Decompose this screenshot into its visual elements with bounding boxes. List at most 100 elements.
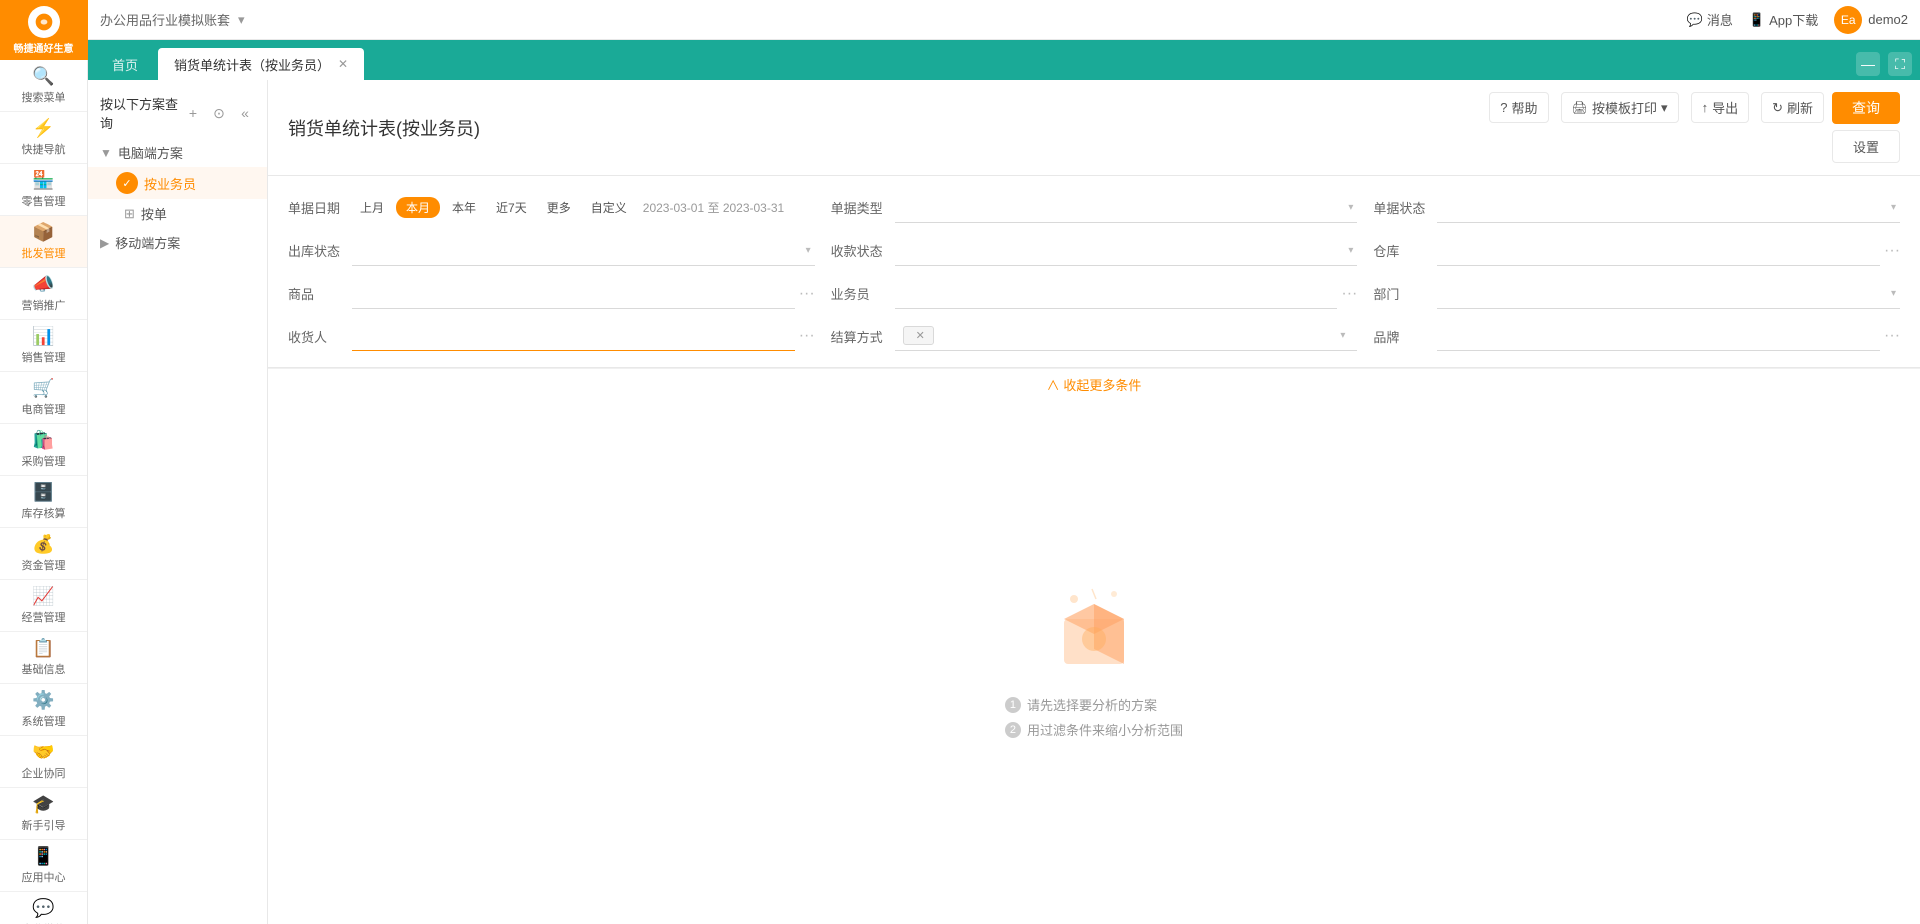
- sidebar-item-newbie[interactable]: 🎓 新手引导: [0, 788, 87, 840]
- empty-tip-1: 1 请先选择要分析的方案: [1005, 695, 1183, 714]
- topbar: 办公用品行业模拟账套 ▾ 💬 消息 📱 App下载 Ea demo2: [88, 0, 1920, 40]
- sidebar-item-apps[interactable]: 📱 应用中心: [0, 840, 87, 892]
- tree-expand-icon: ▼: [100, 146, 112, 160]
- bill-type-select[interactable]: [895, 192, 1358, 222]
- ecommerce-icon: 🛒: [32, 378, 54, 399]
- date-option-custom[interactable]: 自定义: [583, 197, 635, 218]
- topbar-left: 办公用品行业模拟账套 ▾: [100, 10, 245, 29]
- message-label: 消息: [1707, 10, 1733, 29]
- sidebar-item-wholesale[interactable]: 📦 批发管理: [0, 216, 87, 268]
- tab-minimize-btn[interactable]: —: [1856, 52, 1880, 76]
- brand-dots-icon[interactable]: ···: [1880, 327, 1900, 345]
- filter-row-3: 商品 ··· 业务员 ··· 部门: [288, 278, 1900, 309]
- bill-status-select[interactable]: [1437, 192, 1900, 222]
- print-btn[interactable]: 🖨 按模板打印 ▾: [1561, 92, 1679, 123]
- department-select[interactable]: [1437, 278, 1900, 308]
- tree-subitem-order[interactable]: ⊞ 按单: [88, 199, 267, 228]
- sidebar-item-finance[interactable]: 💰 资金管理: [0, 528, 87, 580]
- tabbar-actions: — ⛶: [1856, 52, 1912, 80]
- salesman-input[interactable]: [895, 279, 1338, 309]
- bill-status-select-wrapper: ▾: [1437, 192, 1900, 223]
- sidebar-item-search[interactable]: 🔍 搜索菜单: [0, 60, 87, 112]
- page-header: 销货单统计表(按业务员) ? 帮助 🖨 按模板打印 ▾ ↑: [268, 80, 1920, 176]
- sidebar-item-sales[interactable]: 📊 销售管理: [0, 320, 87, 372]
- date-option-more[interactable]: 更多: [539, 197, 579, 218]
- salesman-dots-icon[interactable]: ···: [1337, 285, 1357, 303]
- payment-method-select[interactable]: [938, 321, 1349, 351]
- salesman-label: 业务员: [831, 284, 887, 303]
- tip-num-2: 2: [1005, 722, 1021, 738]
- panel-actions: + ⊙ «: [183, 103, 255, 123]
- sidebar-item-basic[interactable]: 📋 基础信息: [0, 632, 87, 684]
- sidebar-item-quick-nav[interactable]: ⚡ 快捷导航: [0, 112, 87, 164]
- edit-scheme-btn[interactable]: ⊙: [209, 103, 229, 123]
- sidebar-item-purchase[interactable]: 🛍️ 采购管理: [0, 424, 87, 476]
- brand-label: 品牌: [1373, 327, 1429, 346]
- sidebar-item-basic-label: 基础信息: [22, 661, 66, 677]
- sidebar-item-inventory[interactable]: 🗄️ 库存核算: [0, 476, 87, 528]
- sidebar-item-quick-nav-label: 快捷导航: [22, 141, 66, 157]
- refresh-btn[interactable]: ↻ 刷新: [1761, 92, 1824, 123]
- retail-icon: 🏪: [32, 170, 54, 191]
- tab-close-icon[interactable]: ✕: [338, 57, 348, 71]
- add-scheme-btn[interactable]: +: [183, 103, 203, 123]
- user-info[interactable]: Ea demo2: [1834, 6, 1908, 34]
- date-range: 2023-03-01 至 2023-03-31: [643, 199, 784, 216]
- help-btn[interactable]: ? 帮助: [1489, 92, 1548, 123]
- date-option-this-year[interactable]: 本年: [444, 197, 484, 218]
- warehouse-input[interactable]: [1437, 236, 1880, 266]
- newbie-icon: 🎓: [32, 794, 54, 815]
- consignee-filter: 收货人 ···: [288, 321, 815, 351]
- consignee-dots-icon[interactable]: ···: [795, 327, 815, 345]
- warehouse-dots-icon[interactable]: ···: [1880, 242, 1900, 260]
- print-icon: 🖨: [1572, 100, 1589, 116]
- app-download-label: App下载: [1769, 10, 1818, 29]
- goods-input[interactable]: [352, 279, 795, 309]
- collapse-bar[interactable]: ∧ 收起更多条件: [268, 368, 1920, 400]
- export-btn[interactable]: ↑ 导出: [1691, 92, 1750, 123]
- date-option-last-month[interactable]: 上月: [352, 197, 392, 218]
- query-button[interactable]: 查询: [1832, 92, 1900, 124]
- consignee-input[interactable]: [352, 321, 795, 351]
- sidebar-item-retail[interactable]: 🏪 零售管理: [0, 164, 87, 216]
- app-download-btn[interactable]: 📱 App下载: [1749, 10, 1818, 29]
- tree-section-pc-label: 电脑端方案: [118, 143, 183, 162]
- sidebar-item-system[interactable]: ⚙️ 系统管理: [0, 684, 87, 736]
- sidebar-nav: 🔍 搜索菜单 ⚡ 快捷导航 🏪 零售管理 📦 批发管理 📣 营销推广 📊 销售管…: [0, 60, 87, 924]
- tree-leaf-salesman[interactable]: ✓ 按业务员: [88, 167, 267, 199]
- basic-icon: 📋: [32, 638, 54, 659]
- collect-status-select-wrapper: ▾: [895, 235, 1358, 266]
- collapse-panel-btn[interactable]: «: [235, 103, 255, 123]
- settings-button[interactable]: 设置: [1832, 130, 1900, 163]
- sidebar-item-operation[interactable]: 📈 经营管理: [0, 580, 87, 632]
- tab-sales-stats[interactable]: 销货单统计表（按业务员） ✕: [158, 48, 364, 80]
- date-option-this-month[interactable]: 本月: [396, 197, 440, 218]
- out-status-select[interactable]: [352, 235, 815, 265]
- collect-status-filter: 收款状态 ▾: [831, 235, 1358, 266]
- sidebar-item-enterprise[interactable]: 🤝 企业协同: [0, 736, 87, 788]
- tree-section-mobile[interactable]: ▶ 移动端方案: [88, 228, 267, 257]
- date-option-7days[interactable]: 近7天: [488, 197, 535, 218]
- tab-maximize-btn[interactable]: ⛶: [1888, 52, 1912, 76]
- sidebar-item-wechat[interactable]: 💬 企业微信: [0, 892, 87, 924]
- payment-method-tag-close[interactable]: ✕: [916, 329, 925, 342]
- sidebar-item-sales-label: 销售管理: [22, 349, 66, 365]
- quick-nav-icon: ⚡: [32, 118, 54, 139]
- filter-row-1: 单据日期 上月 本月 本年 近7天 更多 自定义 2023-03-01 至 20…: [288, 192, 1900, 223]
- header-right-actions: 查询 设置: [1832, 92, 1900, 163]
- message-btn[interactable]: 💬 消息: [1687, 10, 1733, 29]
- sidebar-item-operation-label: 经营管理: [22, 609, 66, 625]
- collect-status-select[interactable]: [895, 235, 1358, 265]
- tab-home[interactable]: 首页: [96, 48, 154, 80]
- brand-input[interactable]: [1437, 321, 1880, 351]
- sidebar-item-ecommerce[interactable]: 🛒 电商管理: [0, 372, 87, 424]
- date-filter-label: 单据日期: [288, 198, 344, 217]
- sidebar-item-marketing[interactable]: 📣 营销推广: [0, 268, 87, 320]
- tree-section-pc[interactable]: ▼ 电脑端方案: [88, 138, 267, 167]
- system-icon: ⚙️: [32, 690, 54, 711]
- tree-collapse-icon: ▶: [100, 236, 109, 250]
- goods-dots-icon[interactable]: ···: [795, 285, 815, 303]
- payment-method-select-wrapper: ▾: [938, 321, 1349, 351]
- panel-header: 按以下方案查询 + ⊙ «: [88, 88, 267, 138]
- apps-icon: 📱: [32, 846, 54, 867]
